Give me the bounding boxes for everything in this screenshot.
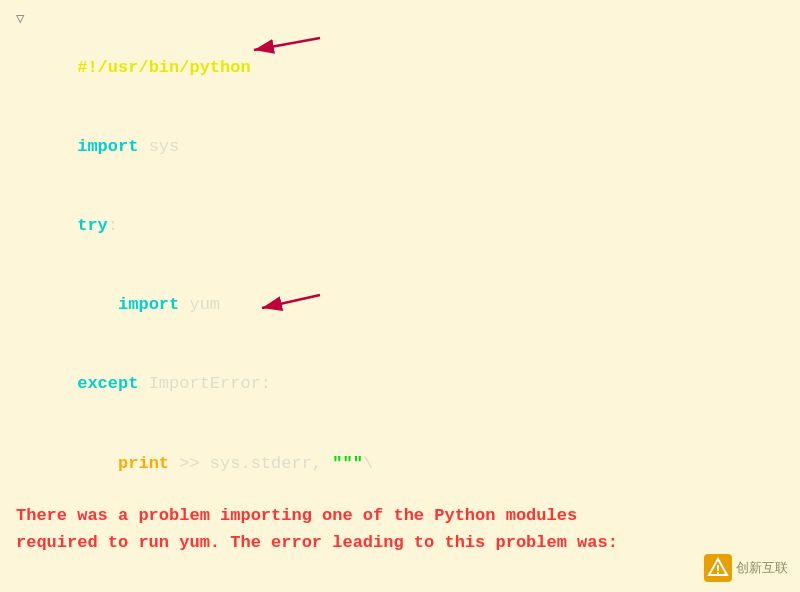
shebang-2: #!/usr/bin/python2: [16, 574, 784, 592]
code-container: ▽ #!/usr/bin/python import sys try: impo…: [0, 0, 800, 592]
block2: #!/usr/bin/python2 import sys try: impor…: [16, 574, 784, 592]
watermark: 创新互联: [704, 554, 788, 582]
watermark-logo: [704, 554, 732, 582]
import-yum-1: import yum: [16, 266, 784, 345]
blank-between: [16, 556, 784, 566]
except-1: except ImportError:: [16, 345, 784, 424]
import-sys-1: import sys: [16, 108, 784, 187]
try-1: try:: [16, 187, 784, 266]
svg-point-6: [717, 572, 719, 574]
shebang-1: #!/usr/bin/python: [16, 29, 784, 108]
error-msg-1a: There was a problem importing one of the…: [16, 503, 784, 529]
block1: #!/usr/bin/python import sys try: import…: [16, 29, 784, 556]
triangle-marker: ▽: [16, 10, 784, 27]
print-1: print >> sys.stderr, """\: [16, 424, 784, 503]
error-msg-1b: required to run yum. The error leading t…: [16, 530, 784, 556]
watermark-text: 创新互联: [736, 559, 788, 577]
